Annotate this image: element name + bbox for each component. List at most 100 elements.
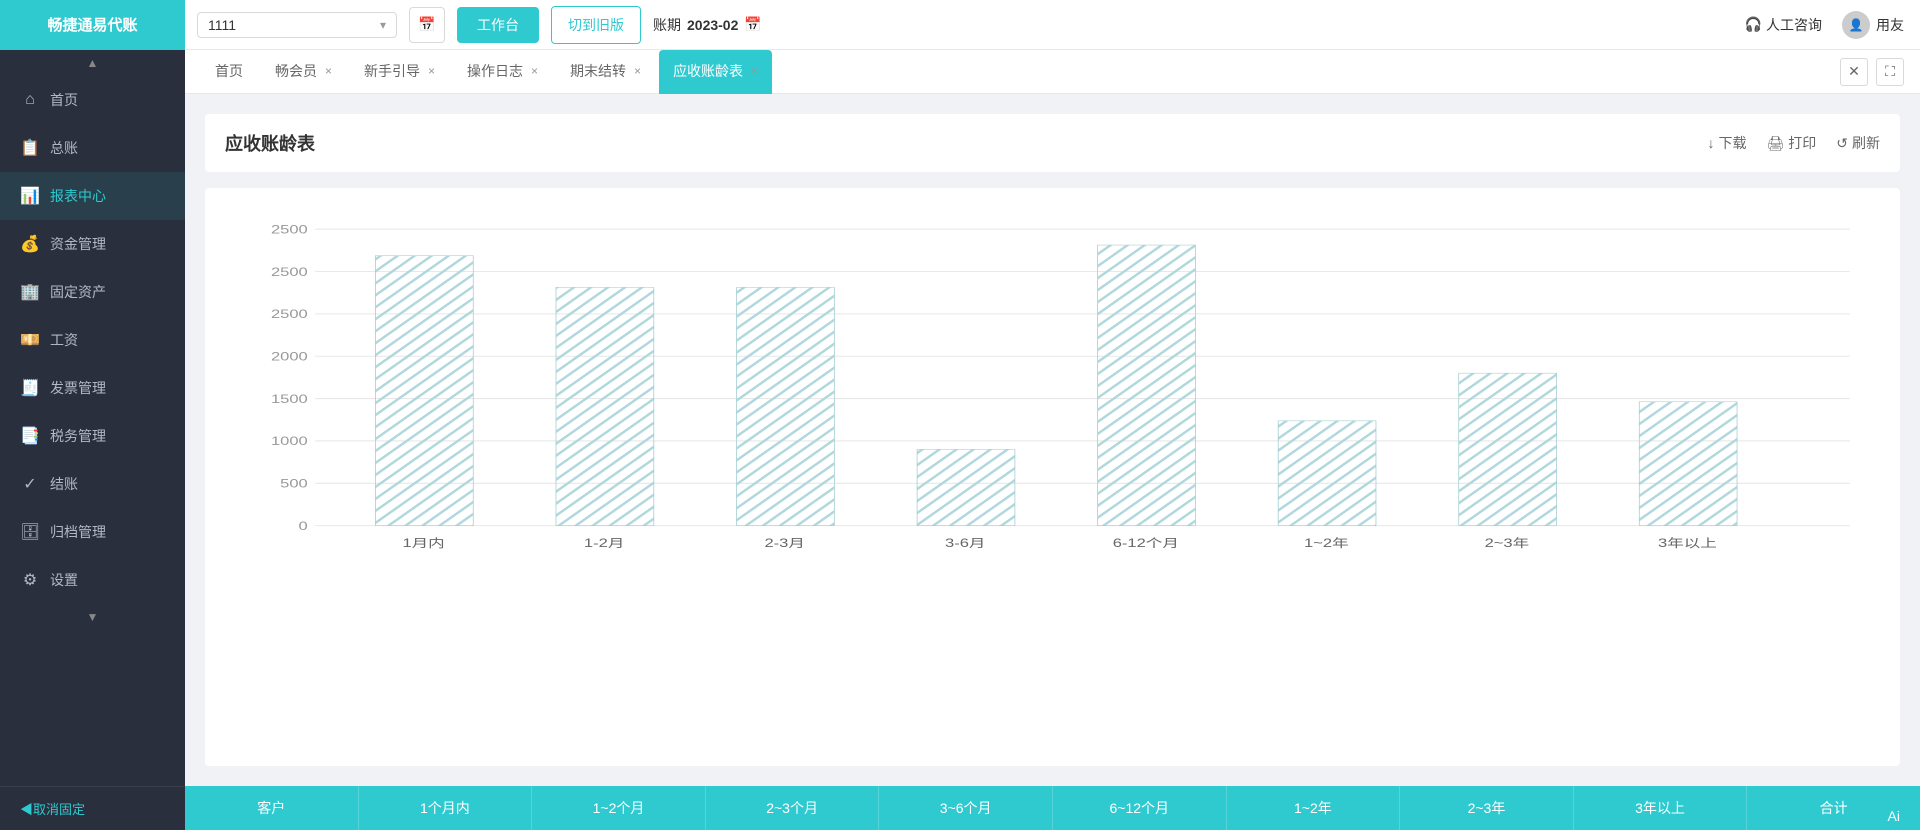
bar-1-2年 bbox=[1278, 421, 1376, 526]
tab-home[interactable]: 首页 bbox=[201, 50, 257, 94]
period-value: 2023-02 bbox=[687, 17, 738, 33]
svg-text:2000: 2000 bbox=[271, 351, 308, 364]
svg-text:1500: 1500 bbox=[271, 393, 308, 406]
tab-close-member[interactable]: × bbox=[325, 64, 332, 78]
tab-guide[interactable]: 新手引导 × bbox=[350, 50, 449, 94]
sidebar-item-label-ledger: 总账 bbox=[50, 138, 78, 158]
cancel-pin-button[interactable]: ◀取消固定 bbox=[0, 786, 185, 830]
salary-icon: 💴 bbox=[20, 330, 40, 350]
svg-text:1000: 1000 bbox=[271, 435, 308, 448]
print-icon: 🖨 bbox=[1766, 135, 1784, 152]
table-col-1个月内: 1个月内 bbox=[359, 786, 533, 830]
cancel-pin-label: ◀取消固定 bbox=[20, 799, 85, 818]
sidebar-item-checkout[interactable]: ✓ 结账 bbox=[0, 460, 185, 508]
company-selector[interactable]: 1111 ▾ bbox=[197, 12, 397, 38]
reports-icon: 📊 bbox=[20, 186, 40, 206]
tab-label-guide: 新手引导 bbox=[364, 61, 420, 81]
table-col-3年以上: 3年以上 bbox=[1574, 786, 1748, 830]
tab-close-guide[interactable]: × bbox=[428, 64, 435, 78]
sidebar-item-reports[interactable]: 📊 报表中心 bbox=[0, 172, 185, 220]
tab-aging[interactable]: 应收账龄表 × bbox=[659, 50, 772, 94]
tab-close-aging[interactable]: × bbox=[751, 64, 758, 78]
tax-icon: 📑 bbox=[20, 426, 40, 446]
sidebar-item-label-home: 首页 bbox=[50, 90, 78, 110]
sidebar-item-tax[interactable]: 📑 税务管理 bbox=[0, 412, 185, 460]
refresh-label: 刷新 bbox=[1852, 133, 1880, 153]
user-name: 用友 bbox=[1876, 15, 1904, 35]
ai-badge[interactable]: Ai bbox=[1868, 802, 1920, 830]
sidebar-item-assets[interactable]: 🏢 固定资产 bbox=[0, 268, 185, 316]
bar-3-6月 bbox=[917, 449, 1015, 525]
print-label: 打印 bbox=[1788, 133, 1816, 153]
tab-label-member: 畅会员 bbox=[275, 61, 317, 81]
sidebar-item-finance[interactable]: 💰 资金管理 bbox=[0, 220, 185, 268]
sidebar-item-label-invoice: 发票管理 bbox=[50, 378, 106, 398]
refresh-button[interactable]: ↺ 刷新 bbox=[1836, 133, 1880, 153]
calendar-icon: 📅 bbox=[418, 16, 435, 33]
sidebar-item-salary[interactable]: 💴 工资 bbox=[0, 316, 185, 364]
maximize-button[interactable]: ⛶ bbox=[1876, 58, 1904, 86]
chart-wrapper: 2500 2500 2500 2000 1500 1000 500 0 bbox=[225, 208, 1880, 568]
sidebar-item-home[interactable]: ⌂ 首页 bbox=[0, 76, 185, 124]
company-name: 1111 bbox=[208, 17, 374, 33]
print-button[interactable]: 🖨 打印 bbox=[1766, 133, 1816, 153]
calendar-button[interactable]: 📅 bbox=[409, 7, 445, 43]
sidebar-item-ledger[interactable]: 📋 总账 bbox=[0, 124, 185, 172]
settings-icon: ⚙ bbox=[20, 570, 40, 590]
avatar: 👤 bbox=[1842, 11, 1870, 39]
tab-label-oplog: 操作日志 bbox=[467, 61, 523, 81]
refresh-icon: ↺ bbox=[1836, 135, 1848, 152]
tab-period_end[interactable]: 期末结转× bbox=[556, 50, 655, 94]
sidebar: ▲ ⌂ 首页 📋 总账 📊 报表中心 💰 资金管理 🏢 固定资产 💴 工资 🧾 … bbox=[0, 50, 185, 830]
close-all-tabs-button[interactable]: ✕ bbox=[1840, 58, 1868, 86]
checkout-icon: ✓ bbox=[20, 474, 40, 494]
period-calendar-icon[interactable]: 📅 bbox=[744, 16, 761, 33]
sidebar-item-label-tax: 税务管理 bbox=[50, 426, 106, 446]
tab-label-home: 首页 bbox=[215, 61, 243, 81]
content-area: 首页畅会员×新手引导×操作日志×期末结转×应收账龄表× ✕ ⛶ 应收账龄表 ↓ … bbox=[185, 50, 1920, 830]
table-col-1~2个月: 1~2个月 bbox=[532, 786, 706, 830]
workbench-button[interactable]: 工作台 bbox=[457, 7, 539, 43]
page-actions: ↓ 下载 🖨 打印 ↺ 刷新 bbox=[1707, 133, 1880, 153]
svg-text:2500: 2500 bbox=[271, 308, 308, 321]
table-header: 客户1个月内1~2个月2~3个月3~6个月6~12个月1~2年2~3年3年以上合… bbox=[185, 786, 1920, 830]
bar-2-3月 bbox=[737, 287, 835, 525]
scroll-down[interactable]: ▼ bbox=[0, 604, 185, 630]
sidebar-item-archive[interactable]: 🗄 归档管理 bbox=[0, 508, 185, 556]
tab-close-oplog[interactable]: × bbox=[531, 64, 538, 78]
chart-container: 2500 2500 2500 2000 1500 1000 500 0 bbox=[205, 188, 1900, 766]
chevron-down-icon: ▾ bbox=[380, 18, 386, 32]
period-area: 账期 2023-02 📅 bbox=[653, 15, 762, 35]
sidebar-item-label-reports: 报表中心 bbox=[50, 186, 106, 206]
consult-button[interactable]: 🎧 人工咨询 bbox=[1745, 15, 1822, 35]
header-right: 🎧 人工咨询 👤 用友 bbox=[1745, 11, 1904, 39]
bar-1月内 bbox=[375, 256, 473, 526]
svg-text:500: 500 bbox=[280, 478, 308, 491]
tab-label-aging: 应收账龄表 bbox=[673, 61, 743, 81]
page-header: 应收账龄表 ↓ 下载 🖨 打印 ↺ 刷新 bbox=[205, 114, 1900, 172]
assets-icon: 🏢 bbox=[20, 282, 40, 302]
tab-close-period_end[interactable]: × bbox=[634, 64, 641, 78]
headset-icon: 🎧 bbox=[1745, 16, 1762, 33]
sidebar-item-label-archive: 归档管理 bbox=[50, 522, 106, 542]
main-layout: ▲ ⌂ 首页 📋 总账 📊 报表中心 💰 资金管理 🏢 固定资产 💴 工资 🧾 … bbox=[0, 50, 1920, 830]
archive-icon: 🗄 bbox=[20, 522, 40, 542]
switch-version-button[interactable]: 切到旧版 bbox=[551, 6, 641, 44]
bar-6-12月 bbox=[1098, 245, 1196, 526]
scroll-up[interactable]: ▲ bbox=[0, 50, 185, 76]
download-button[interactable]: ↓ 下载 bbox=[1707, 133, 1746, 153]
download-icon: ↓ bbox=[1707, 135, 1714, 151]
sidebar-item-invoice[interactable]: 🧾 发票管理 bbox=[0, 364, 185, 412]
sidebar-item-settings[interactable]: ⚙ 设置 bbox=[0, 556, 185, 604]
tab-oplog[interactable]: 操作日志 × bbox=[453, 50, 552, 94]
logo-text: 畅捷通易代账 bbox=[47, 14, 137, 35]
period-label: 账期 bbox=[653, 15, 681, 35]
finance-icon: 💰 bbox=[20, 234, 40, 254]
sidebar-item-label-settings: 设置 bbox=[50, 570, 78, 590]
user-area[interactable]: 👤 用友 bbox=[1842, 11, 1904, 39]
top-header: 畅捷通易代账 1111 ▾ 📅 工作台 切到旧版 账期 2023-02 📅 🎧 … bbox=[0, 0, 1920, 50]
home-icon: ⌂ bbox=[20, 91, 40, 109]
download-label: 下载 bbox=[1718, 133, 1746, 153]
table-col-1~2年: 1~2年 bbox=[1227, 786, 1401, 830]
tab-member[interactable]: 畅会员 × bbox=[261, 50, 346, 94]
